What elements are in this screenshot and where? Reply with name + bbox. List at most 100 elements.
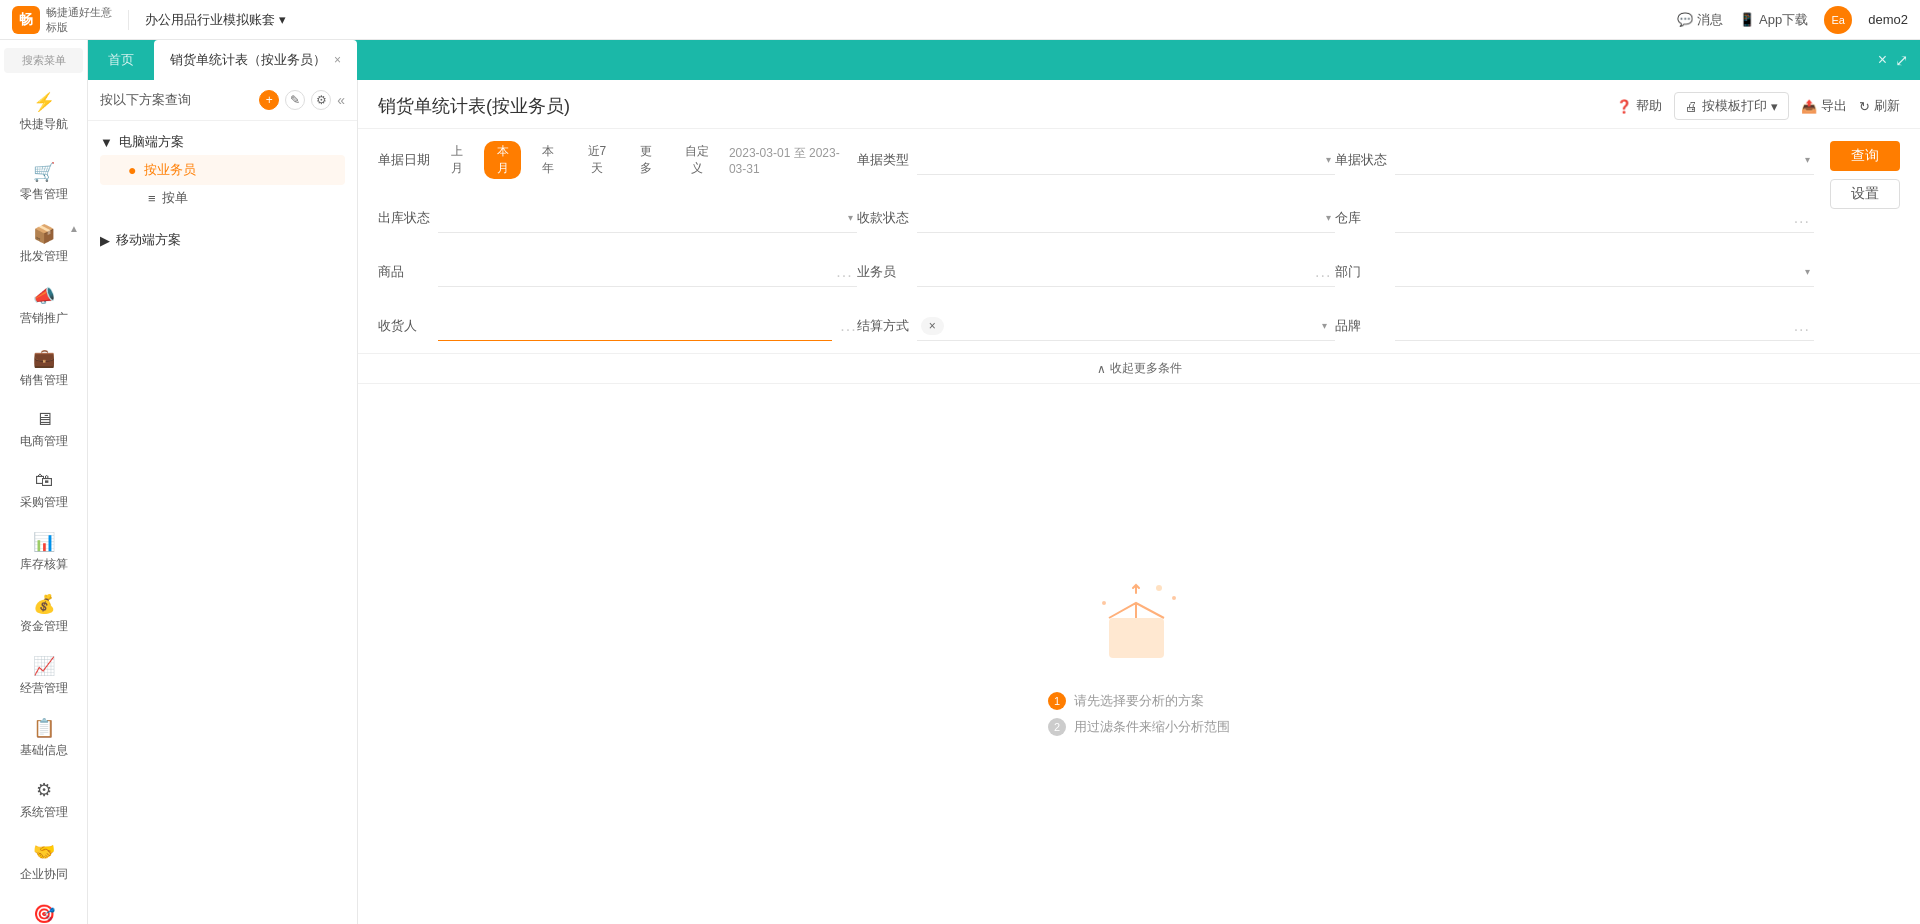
quicknav-label: 快捷导航 — [20, 116, 68, 133]
system-label: 系统管理 — [20, 804, 68, 821]
logo-area: 畅 畅捷通好生意 标版 — [12, 5, 112, 34]
scheme-item-by-salesperson[interactable]: ● 按业务员 — [100, 155, 345, 185]
sidebar: 搜索菜单 ⚡ 快捷导航 🛒 零售管理 📦 批发管理 ▲ 📣 营销推广 💼 — [0, 40, 88, 924]
date-this-month-btn[interactable]: 本月 — [484, 141, 522, 179]
operations-label: 经营管理 — [20, 680, 68, 697]
paystatus-select[interactable]: ▾ — [917, 203, 1336, 233]
sidebar-item-purchase[interactable]: 🛍 采购管理 — [0, 460, 87, 521]
sidebar-item-wholesale[interactable]: 📦 批发管理 ▲ — [0, 213, 87, 275]
filter-warehouse-item: 仓库 ... — [1335, 203, 1814, 233]
dept-label: 部门 — [1335, 263, 1387, 281]
doctype-arrow: ▾ — [1326, 154, 1331, 165]
brand-dots[interactable]: ... — [1794, 317, 1810, 335]
search-menu-btn[interactable]: 搜索菜单 — [4, 48, 83, 73]
wholesale-icon: 📦 — [33, 223, 55, 245]
sidebar-item-operations[interactable]: 📈 经营管理 — [0, 645, 87, 707]
sub-item-icon-order: ≡ — [148, 191, 156, 206]
ecom-icon: 🖥 — [35, 409, 53, 430]
scheme-desktop-title[interactable]: ▼ 电脑端方案 — [100, 129, 345, 155]
sidebar-item-retail[interactable]: 🛒 零售管理 — [0, 151, 87, 213]
scheme-header: 按以下方案查询 + ✎ ⚙ « — [88, 80, 357, 121]
sidebar-item-finance[interactable]: 💰 资金管理 — [0, 583, 87, 645]
tab-home[interactable]: 首页 — [88, 40, 154, 80]
collapse-bar[interactable]: ∧ 收起更多条件 — [358, 354, 1920, 384]
tab-close-icon[interactable]: × — [334, 53, 341, 67]
collapse-text: ∧ 收起更多条件 — [364, 360, 1914, 377]
scheme-desktop-section: ▼ 电脑端方案 ● 按业务员 ≡ 按单 — [88, 121, 357, 219]
export-btn[interactable]: 📤 导出 — [1801, 97, 1847, 115]
collab-label: 企业协同 — [20, 866, 68, 883]
settlement-x-close[interactable]: × — [929, 319, 936, 333]
scheme-panel-title: 按以下方案查询 — [100, 91, 191, 109]
operations-icon: 📈 — [33, 655, 55, 677]
scheme-mobile-title[interactable]: ▶ 移动端方案 — [100, 227, 345, 253]
filter-dept-item: 部门 ▾ — [1335, 257, 1814, 287]
step-1-label: 请先选择要分析的方案 — [1074, 692, 1204, 710]
scheme-actions: + ✎ ⚙ « — [259, 90, 345, 110]
sidebar-item-basics[interactable]: 📋 基础信息 — [0, 707, 87, 769]
settlement-arrow: ▾ — [1322, 320, 1327, 331]
product-dots[interactable]: ... — [836, 263, 852, 281]
help-btn[interactable]: ❓ 帮助 — [1616, 97, 1662, 115]
warehouse-dots[interactable]: ... — [1794, 209, 1810, 227]
tab-maximize-btn[interactable]: ⤢ — [1895, 51, 1908, 70]
empty-state: 1 请先选择要分析的方案 2 用过滤条件来缩小分析范围 — [358, 384, 1920, 924]
tab-sales-stats-label: 销货单统计表（按业务员） — [170, 51, 326, 69]
filter-receiver-item: 收货人 ... — [378, 311, 857, 341]
scheme-sub-item-by-order[interactable]: ≡ 按单 — [100, 185, 345, 211]
scheme-settings-btn[interactable]: ⚙ — [311, 90, 331, 110]
workspace-selector[interactable]: 办公用品行业模拟账套 ▾ — [145, 11, 286, 29]
date-more-btn[interactable]: 更多 — [627, 141, 665, 179]
sidebar-item-collab[interactable]: 🤝 企业协同 — [0, 831, 87, 893]
sidebar-item-guide[interactable]: 🎯 新手引导 — [0, 893, 87, 924]
purchase-icon: 🛍 — [35, 470, 53, 491]
date-filter: 上月 本月 本年 近7天 更多 自定义 2023-03-01 至 2023-03… — [438, 141, 857, 179]
setup-button[interactable]: 设置 — [1830, 179, 1900, 209]
print-btn[interactable]: 🖨 按模板打印 ▾ — [1674, 92, 1789, 120]
workspace-arrow: ▾ — [279, 12, 286, 27]
query-button[interactable]: 查询 — [1830, 141, 1900, 171]
filter-rows-left: 单据日期 上月 本月 本年 近7天 更多 自定义 — [378, 141, 1814, 341]
receiver-input[interactable] — [438, 311, 832, 341]
marketing-label: 营销推广 — [20, 310, 68, 327]
app-download-btn[interactable]: 📱 App下载 — [1739, 11, 1808, 29]
dept-select[interactable]: ▾ — [1395, 257, 1814, 287]
retail-label: 零售管理 — [20, 186, 68, 203]
filter-row-1: 单据日期 上月 本月 本年 近7天 更多 自定义 — [378, 141, 1900, 341]
mobile-arrow-icon: ▶ — [100, 233, 110, 248]
scheme-edit-btn[interactable]: ✎ — [285, 90, 305, 110]
settlement-label: 结算方式 — [857, 317, 909, 335]
svg-point-3 — [1156, 585, 1162, 591]
salesperson-label: 业务员 — [857, 263, 909, 281]
date-range-text: 2023-03-01 至 2023-03-31 — [729, 145, 857, 176]
sidebar-item-marketing[interactable]: 📣 营销推广 — [0, 275, 87, 337]
empty-step-2: 2 用过滤条件来缩小分析范围 — [1048, 718, 1230, 736]
sidebar-item-quicknav[interactable]: ⚡ 快捷导航 — [0, 81, 87, 143]
scheme-add-btn[interactable]: + — [259, 90, 279, 110]
user-avatar[interactable]: Ea — [1824, 6, 1852, 34]
sidebar-item-inventory[interactable]: 📊 库存核算 — [0, 521, 87, 583]
settlement-select[interactable]: ▾ — [950, 320, 1332, 331]
desktop-section-label: 电脑端方案 — [119, 133, 184, 151]
sidebar-item-sales[interactable]: 💼 销售管理 — [0, 337, 87, 399]
refresh-btn[interactable]: ↻ 刷新 — [1859, 97, 1900, 115]
date-7days-btn[interactable]: 近7天 — [575, 141, 619, 179]
step-2-num: 2 — [1048, 718, 1066, 736]
salesperson-dots[interactable]: ... — [1315, 263, 1331, 281]
date-this-year-btn[interactable]: 本年 — [529, 141, 567, 179]
empty-illustration — [1089, 573, 1189, 676]
sidebar-item-system[interactable]: ⚙ 系统管理 — [0, 769, 87, 831]
tab-minimize-btn[interactable]: × — [1878, 51, 1887, 69]
tab-sales-stats[interactable]: 销货单统计表（按业务员） × — [154, 40, 357, 80]
doctype-select[interactable]: ▾ — [917, 145, 1336, 175]
docstatus-select[interactable]: ▾ — [1395, 145, 1814, 175]
receiver-dots[interactable]: ... — [840, 317, 856, 335]
date-prev-month-btn[interactable]: 上月 — [438, 141, 476, 179]
message-btn[interactable]: 💬 消息 — [1677, 11, 1723, 29]
outstatus-select[interactable]: ▾ — [438, 203, 857, 233]
ecom-label: 电商管理 — [20, 433, 68, 450]
sidebar-item-ecom[interactable]: 🖥 电商管理 — [0, 399, 87, 460]
scheme-collapse-btn[interactable]: « — [337, 92, 345, 108]
mobile-section-label: 移动端方案 — [116, 231, 181, 249]
date-custom-btn[interactable]: 自定义 — [672, 141, 721, 179]
